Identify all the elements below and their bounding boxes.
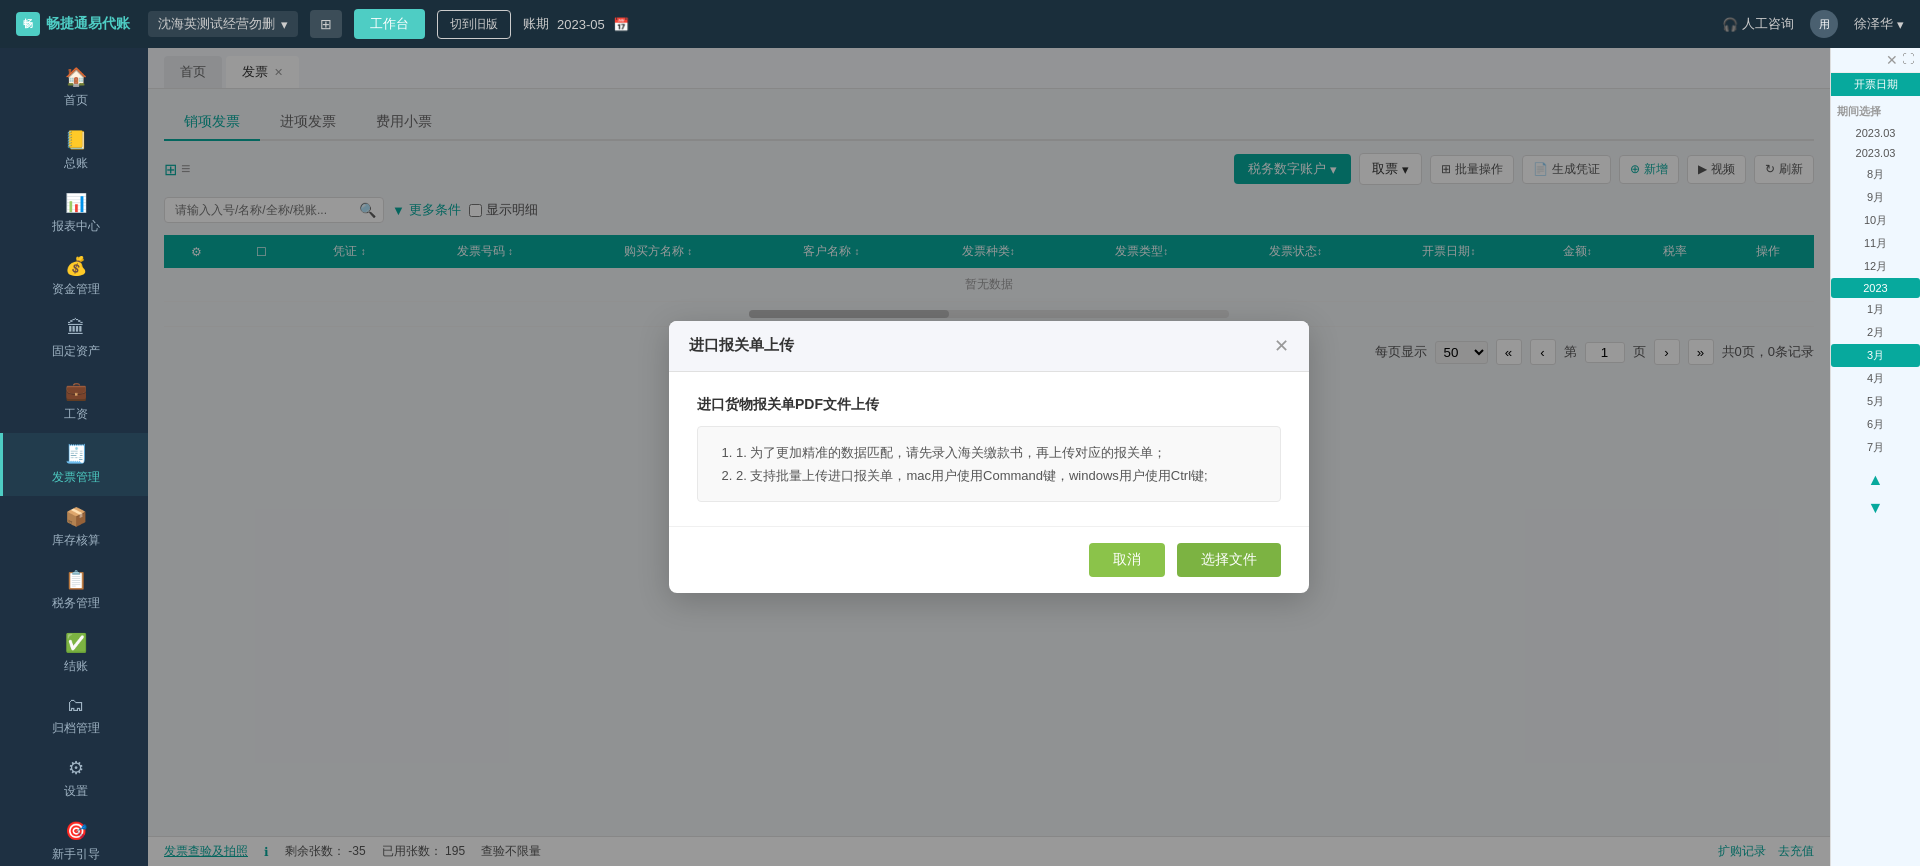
main-layout: 🏠 首页 📒 总账 📊 报表中心 💰 资金管理 🏛 固定资产 💼 工资 🧾 发票… [0,48,1920,866]
close-icon[interactable]: ✕ [1886,52,1898,68]
chevron-down-icon: ▾ [281,17,288,32]
collapse-up-btn[interactable]: ▲ [1864,467,1888,493]
guide-icon: 🎯 [65,820,87,842]
period-4[interactable]: 4月 [1831,367,1920,390]
modal-section-title: 进口货物报关单PDF文件上传 [697,396,1281,414]
collapse-controls: ▲ ▼ [1831,463,1920,525]
modal-select-file-button[interactable]: 选择文件 [1177,543,1281,577]
workspace-button[interactable]: 工作台 [354,9,425,39]
switch-old-button[interactable]: 切到旧版 [437,10,511,39]
sidebar-item-inventory[interactable]: 📦 库存核算 [0,496,148,559]
modal-box: 进口报关单上传 ✕ 进口货物报关单PDF文件上传 1. 为了更加精准的数据匹配，… [669,321,1309,594]
sidebar-item-reports[interactable]: 📊 报表中心 [0,182,148,245]
window-controls: ✕ ⛶ [1831,48,1920,73]
modal-info-box: 1. 为了更加精准的数据匹配，请先录入海关缴款书，再上传对应的报关单； 2. 支… [697,426,1281,503]
sidebar-item-salary[interactable]: 💼 工资 [0,370,148,433]
service-button[interactable]: 🎧 人工咨询 [1722,15,1794,33]
reports-icon: 📊 [65,192,87,214]
sidebar-item-invoice[interactable]: 🧾 发票管理 [0,433,148,496]
open-billing-btn[interactable]: 开票日期 [1831,73,1920,96]
period-6[interactable]: 6月 [1831,413,1920,436]
calendar-icon[interactable]: 📅 [613,17,629,32]
sidebar: 🏠 首页 📒 总账 📊 报表中心 💰 资金管理 🏛 固定资产 💼 工资 🧾 发票… [0,48,148,866]
sidebar-item-guide[interactable]: 🎯 新手引导 [0,810,148,866]
invoice-icon: 🧾 [65,443,87,465]
period-header: 期间选择 [1831,100,1920,123]
modal-info-item-1: 1. 为了更加精准的数据匹配，请先录入海关缴款书，再上传对应的报关单； [736,441,1262,464]
ledger-icon: 📒 [65,129,87,151]
settle-icon: ✅ [65,632,87,654]
period-3[interactable]: 3月 [1831,344,1920,367]
app-logo: 畅 畅捷通易代账 [16,12,136,36]
content-area: 首页 发票 ✕ 销项发票 进项发票 费用小票 ⊞ ≡ [148,48,1830,866]
period-7[interactable]: 7月 [1831,436,1920,459]
sidebar-item-ledger[interactable]: 📒 总账 [0,119,148,182]
sidebar-item-finance[interactable]: 💰 资金管理 [0,245,148,308]
modal-body: 进口货物报关单PDF文件上传 1. 为了更加精准的数据匹配，请先录入海关缴款书，… [669,372,1309,527]
period-2023[interactable]: 2023 [1831,278,1920,298]
home-icon: 🏠 [65,66,87,88]
period-2023-03-2[interactable]: 2023.03 [1831,143,1920,163]
chevron-down-icon: ▾ [1897,17,1904,32]
salary-icon: 💼 [65,380,87,402]
modal-header: 进口报关单上传 ✕ [669,321,1309,372]
logo-icon: 畅 [16,12,40,36]
expand-icon[interactable]: ⛶ [1902,52,1914,68]
sidebar-item-assets[interactable]: 🏛 固定资产 [0,308,148,370]
top-bar-right: 🎧 人工咨询 用 徐泽华 ▾ [1722,10,1904,38]
period-11[interactable]: 11月 [1831,232,1920,255]
collapse-down-btn[interactable]: ▼ [1864,495,1888,521]
sidebar-item-home[interactable]: 🏠 首页 [0,56,148,119]
inventory-icon: 📦 [65,506,87,528]
modal-close-button[interactable]: ✕ [1274,335,1289,357]
period-1[interactable]: 1月 [1831,298,1920,321]
tax-icon: 📋 [65,569,87,591]
period-8[interactable]: 8月 [1831,163,1920,186]
company-selector[interactable]: 沈海英测试经营勿删 ▾ [148,11,298,37]
avatar: 用 [1810,10,1838,38]
info-icon: ⊞ [320,16,332,32]
right-panel: ✕ ⛶ 开票日期 期间选择 2023.03 2023.03 8月 9月 10月 … [1830,48,1920,866]
period-5[interactable]: 5月 [1831,390,1920,413]
finance-icon: 💰 [65,255,87,277]
settings-icon: ⚙ [68,757,84,779]
period-list: 期间选择 2023.03 2023.03 8月 9月 10月 11月 12月 2… [1831,96,1920,463]
period-10[interactable]: 10月 [1831,209,1920,232]
user-menu[interactable]: 徐泽华 ▾ [1854,15,1904,33]
modal-cancel-button[interactable]: 取消 [1089,543,1165,577]
top-bar: 畅 畅捷通易代账 沈海英测试经营勿删 ▾ ⊞ 工作台 切到旧版 账期 2023-… [0,0,1920,48]
sidebar-item-settle[interactable]: ✅ 结账 [0,622,148,685]
archive-icon: 🗂 [67,695,85,716]
period-info: 账期 2023-05 📅 [523,15,629,33]
sidebar-item-settings[interactable]: ⚙ 设置 [0,747,148,810]
period-9[interactable]: 9月 [1831,186,1920,209]
modal-footer: 取消 选择文件 [669,526,1309,593]
sidebar-item-archive[interactable]: 🗂 归档管理 [0,685,148,747]
sidebar-item-tax[interactable]: 📋 税务管理 [0,559,148,622]
modal-overlay: 进口报关单上传 ✕ 进口货物报关单PDF文件上传 1. 为了更加精准的数据匹配，… [148,48,1830,866]
modal-info-item-2: 2. 支持批量上传进口报关单，mac用户使用Command键，windows用户… [736,464,1262,487]
assets-icon: 🏛 [67,318,85,339]
period-2023-03-1[interactable]: 2023.03 [1831,123,1920,143]
headset-icon: 🎧 [1722,17,1738,32]
company-info-btn[interactable]: ⊞ [310,10,342,38]
period-12[interactable]: 12月 [1831,255,1920,278]
modal-title: 进口报关单上传 [689,336,794,355]
period-2[interactable]: 2月 [1831,321,1920,344]
